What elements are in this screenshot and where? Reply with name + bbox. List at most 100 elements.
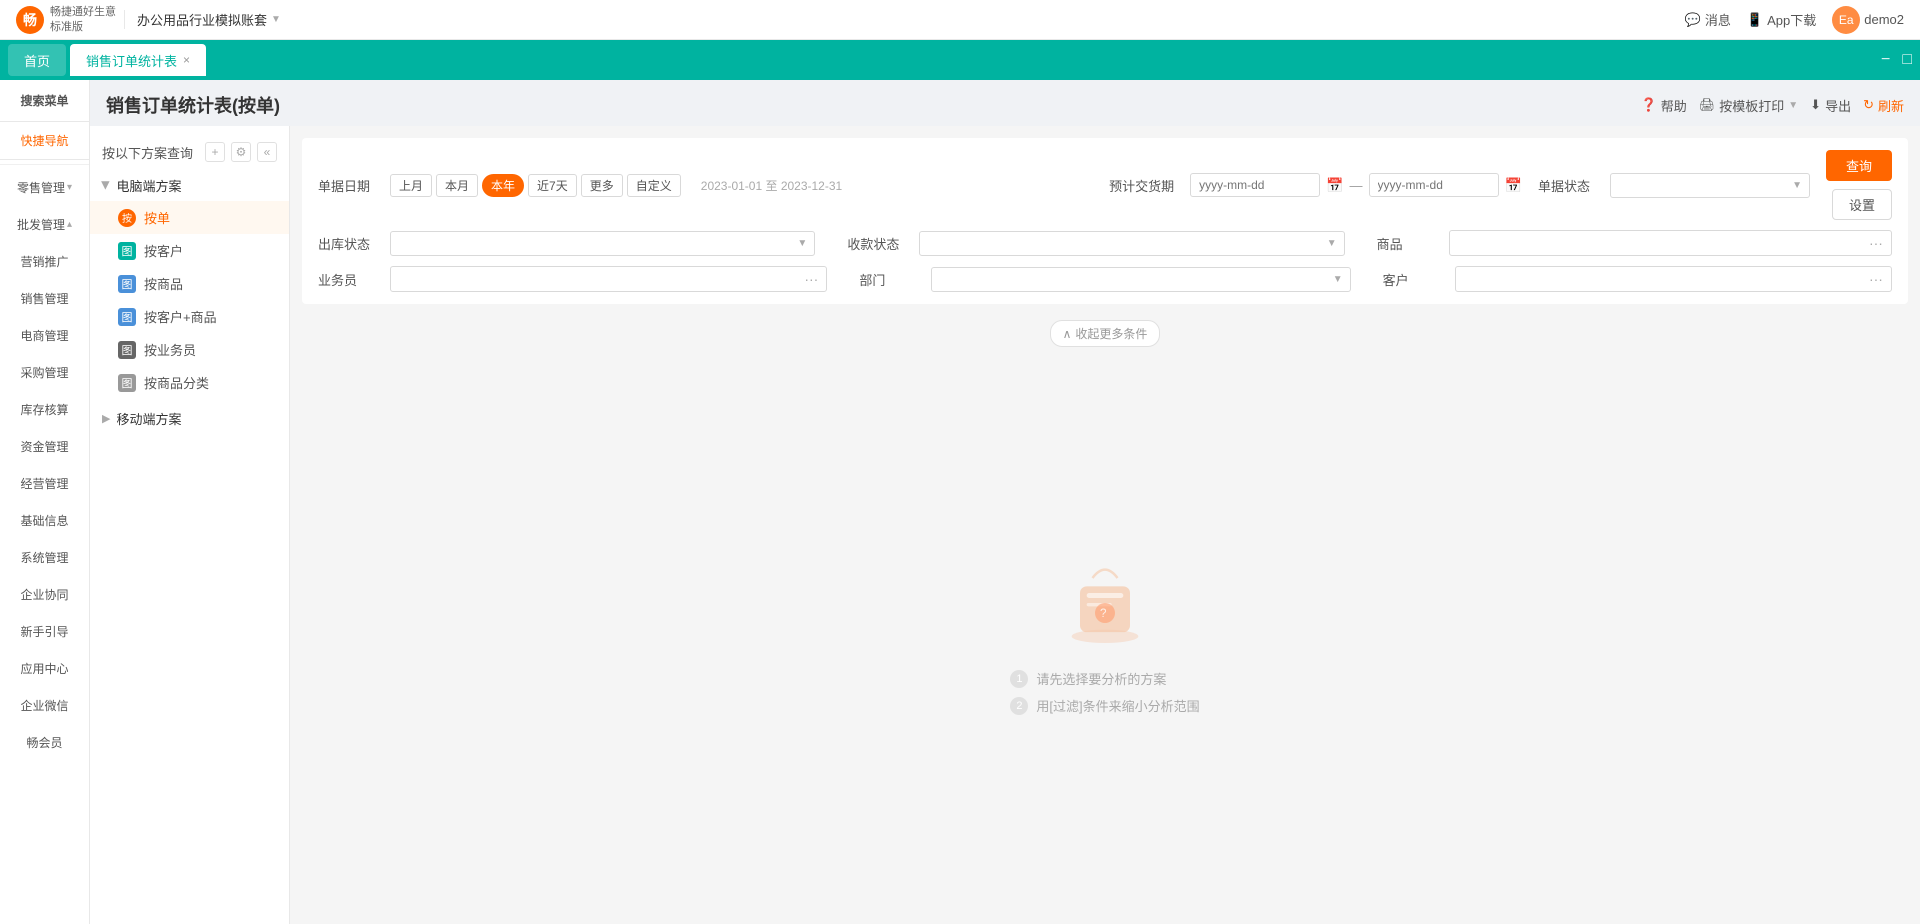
payment-status-select[interactable] xyxy=(919,231,1344,256)
export-button[interactable]: ⬇ 导出 xyxy=(1810,96,1851,115)
settings-button[interactable]: 设置 xyxy=(1832,189,1892,220)
this-month-btn[interactable]: 本月 xyxy=(436,174,478,197)
more-date-btn[interactable]: 更多 xyxy=(581,174,623,197)
sidebar-item-marketing[interactable]: 营销推广 xyxy=(0,243,89,280)
sidebar-item-enterprise-collab[interactable]: 企业协同 xyxy=(0,576,89,613)
logo-text: 畅捷通好生意 标准版 xyxy=(50,5,116,34)
collapse-panel-icon[interactable]: « xyxy=(257,142,277,162)
page-header: 销售订单统计表(按单) ❓ 帮助 🖨 按模板打印 ▼ ⬇ 导出 ↻ 刷新 xyxy=(90,80,1920,126)
filter-row-1: 单据日期 上月 本月 本年 近7天 更多 自定义 2023-01-01 至 20… xyxy=(318,150,1892,220)
top-bar-left: 畅 畅捷通好生意 标准版 办公用品行业模拟账套 ▼ xyxy=(16,5,281,34)
print-icon: 🖨 xyxy=(1699,97,1716,113)
tab-close-icon[interactable]: × xyxy=(183,53,190,67)
sidebar-item-purchase[interactable]: 采购管理 xyxy=(0,354,89,391)
empty-state-illustration: ? xyxy=(1055,553,1155,653)
sidebar-item-operations[interactable]: 经营管理 xyxy=(0,465,89,502)
chevron-down-icon: ▶ xyxy=(100,181,113,189)
message-action[interactable]: 💬 消息 xyxy=(1685,10,1731,29)
user-profile-action[interactable]: Ea demo2 xyxy=(1832,6,1904,34)
sidebar-item-ecommerce[interactable]: 电商管理 xyxy=(0,317,89,354)
scheme-item-by-category[interactable]: 图 按商品分类 xyxy=(90,366,289,399)
delivery-date-end-input[interactable] xyxy=(1369,173,1499,197)
chevron-down-icon: ▼ xyxy=(1788,100,1798,111)
sidebar-item-system[interactable]: 系统管理 xyxy=(0,539,89,576)
last-7-days-btn[interactable]: 近7天 xyxy=(528,174,577,197)
empty-state: ? 1 请先选择要分析的方案 2 用[过滤]条件来缩小分析范围 xyxy=(302,355,1908,912)
scheme-icon-by-salesperson: 图 xyxy=(118,341,136,359)
goods-input-wrapper: ··· xyxy=(1449,230,1892,256)
help-button[interactable]: ❓ 帮助 xyxy=(1641,96,1687,115)
salesperson-input-wrapper: ··· xyxy=(390,266,827,292)
sidebar-item-enterprise-wechat[interactable]: 企业微信 xyxy=(0,687,89,724)
salesperson-label: 业务员 xyxy=(318,270,374,289)
calendar-icon-end[interactable]: 📅 xyxy=(1505,177,1522,194)
this-year-btn[interactable]: 本年 xyxy=(482,174,524,197)
customer-input[interactable] xyxy=(1464,272,1869,287)
sidebar-item-wholesale[interactable]: 批发管理 ▴ xyxy=(0,206,89,243)
logo-icon: 畅 xyxy=(16,6,44,34)
shipping-status-select[interactable] xyxy=(390,231,815,256)
sidebar-quick-nav[interactable]: 快捷导航 xyxy=(0,122,89,160)
customize-date-btn[interactable]: 自定义 xyxy=(627,174,681,197)
goods-more-icon[interactable]: ··· xyxy=(1869,235,1883,251)
bill-date-label: 单据日期 xyxy=(318,176,374,195)
minimize-icon[interactable]: − xyxy=(1881,51,1890,69)
mobile-scheme-group: ▶ 移动端方案 xyxy=(90,403,289,434)
refresh-icon: ↻ xyxy=(1863,97,1874,113)
left-panel-icons: + ⚙ « xyxy=(205,142,277,162)
customer-more-icon[interactable]: ··· xyxy=(1869,271,1883,287)
bill-status-label: 单据状态 xyxy=(1538,176,1594,195)
calendar-icon-start[interactable]: 📅 xyxy=(1326,177,1343,194)
sidebar-search[interactable]: 搜索菜单 xyxy=(0,80,89,122)
date-buttons: 上月 本月 本年 近7天 更多 自定义 xyxy=(390,174,681,197)
left-panel: 按以下方案查询 + ⚙ « ▶ 电脑端方案 按 按单 xyxy=(90,126,290,924)
page-actions: ❓ 帮助 🖨 按模板打印 ▼ ⬇ 导出 ↻ 刷新 xyxy=(1641,96,1904,115)
scheme-item-by-customer[interactable]: 图 按客户 xyxy=(90,234,289,267)
main-layout: 搜索菜单 快捷导航 零售管理 ▾ 批发管理 ▴ 营销推广 销售管理 电商管理 xyxy=(0,80,1920,924)
payment-status-select-wrapper: ▼ xyxy=(919,231,1344,256)
bill-status-select[interactable] xyxy=(1610,173,1810,198)
department-select-wrapper: ▼ xyxy=(931,267,1350,292)
mobile-scheme-group-header[interactable]: ▶ 移动端方案 xyxy=(90,403,289,434)
scheme-item-by-salesperson[interactable]: 图 按业务员 xyxy=(90,333,289,366)
tab-sales-order-stats[interactable]: 销售订单统计表 × xyxy=(70,44,206,76)
export-icon: ⬇ xyxy=(1810,97,1821,113)
empty-tip-1: 1 请先选择要分析的方案 xyxy=(1010,669,1199,688)
scheme-settings-icon[interactable]: ⚙ xyxy=(231,142,251,162)
last-month-btn[interactable]: 上月 xyxy=(390,174,432,197)
customer-label: 客户 xyxy=(1383,270,1439,289)
top-bar-right: 💬 消息 📱 App下载 Ea demo2 xyxy=(1685,6,1904,34)
sidebar-item-inventory[interactable]: 库存核算 xyxy=(0,391,89,428)
chevron-up-icon: ▴ xyxy=(67,219,72,230)
sidebar-item-finance[interactable]: 资金管理 xyxy=(0,428,89,465)
collapse-icon: ∧ xyxy=(1063,327,1072,341)
goods-input[interactable] xyxy=(1458,236,1869,251)
sidebar-item-base-info[interactable]: 基础信息 xyxy=(0,502,89,539)
add-scheme-icon[interactable]: + xyxy=(205,142,225,162)
workspace-selector[interactable]: 办公用品行业模拟账套 ▼ xyxy=(124,10,281,29)
scheme-item-by-customer-goods[interactable]: 图 按客户+商品 xyxy=(90,300,289,333)
department-select[interactable] xyxy=(931,267,1350,292)
salesperson-input[interactable] xyxy=(399,272,804,287)
tab-home[interactable]: 首页 xyxy=(8,44,66,76)
sidebar-item-newbie[interactable]: 新手引导 xyxy=(0,613,89,650)
sidebar: 搜索菜单 快捷导航 零售管理 ▾ 批发管理 ▴ 营销推广 销售管理 电商管理 xyxy=(0,80,90,924)
delivery-date-start-input[interactable] xyxy=(1190,173,1320,197)
refresh-button[interactable]: ↻ 刷新 xyxy=(1863,96,1904,115)
sidebar-item-app-center[interactable]: 应用中心 xyxy=(0,650,89,687)
collapse-button[interactable]: ∧ 收起更多条件 xyxy=(1050,320,1161,347)
tip-num-1: 1 xyxy=(1010,670,1028,688)
sidebar-item-member[interactable]: 畅会员 xyxy=(0,724,89,761)
sidebar-item-sales[interactable]: 销售管理 xyxy=(0,280,89,317)
query-button[interactable]: 查询 xyxy=(1826,150,1892,181)
maximize-icon[interactable]: □ xyxy=(1902,51,1912,69)
delivery-date-inputs: 📅 — 📅 xyxy=(1190,173,1522,197)
salesperson-more-icon[interactable]: ··· xyxy=(804,271,818,287)
pc-scheme-group-header[interactable]: ▶ 电脑端方案 xyxy=(90,170,289,201)
scheme-item-by-goods[interactable]: 图 按商品 xyxy=(90,267,289,300)
app-download-action[interactable]: 📱 App下载 xyxy=(1747,10,1816,29)
message-icon: 💬 xyxy=(1685,12,1701,28)
sidebar-item-retail[interactable]: 零售管理 ▾ xyxy=(0,169,89,206)
scheme-item-by-order[interactable]: 按 按单 xyxy=(90,201,289,234)
template-print-button[interactable]: 🖨 按模板打印 ▼ xyxy=(1699,96,1798,115)
